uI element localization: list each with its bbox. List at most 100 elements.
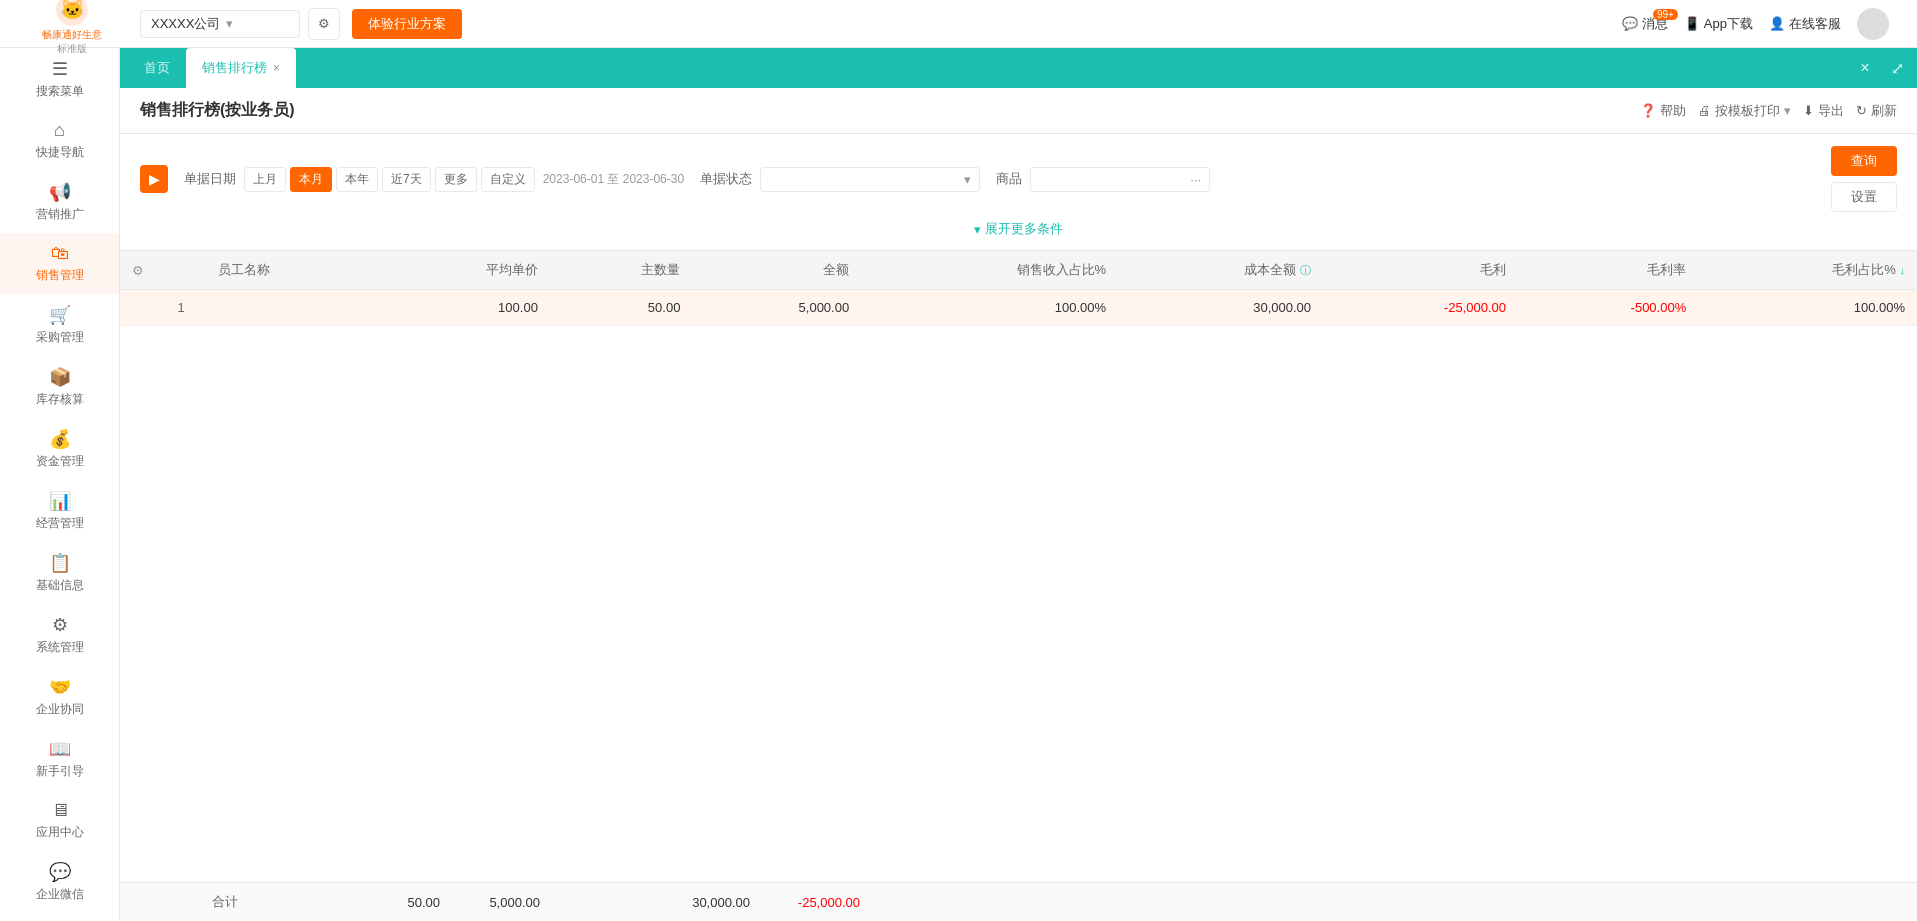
guide-icon: 📖 (49, 738, 71, 760)
app-label: App下载 (1704, 15, 1753, 33)
sidebar-item-system[interactable]: ⚙ 系统管理 (0, 604, 119, 666)
export-button[interactable]: ⬇ 导出 (1803, 102, 1844, 120)
sales-icon: 🛍 (51, 243, 69, 264)
company-name: XXXXX公司 (151, 15, 220, 33)
row-profit-rate: -500.00% (1518, 290, 1698, 326)
wechat-icon: 💬 (49, 861, 71, 883)
table-footer: 合计 50.00 5,000.00 30,000.00 -25,000.00 (120, 882, 1917, 921)
sidebar-label-basic: 基础信息 (36, 577, 84, 594)
data-table: ⚙ 员工名称 平均单价 主数量 全额 销售收入占比% 成本全额 ⓘ 毛利 毛利率… (120, 251, 1917, 326)
sidebar-label-guide: 新手引导 (36, 763, 84, 780)
message-icon: 💬 (1622, 16, 1638, 31)
cooperation-icon: 🤝 (49, 676, 71, 698)
filter-expand-button[interactable]: ▶ (140, 165, 168, 193)
page-header: 销售排行榜(按业务员) ❓ 帮助 🖨 按模板打印 ▾ ⬇ 导出 ↻ 刷新 (120, 88, 1917, 134)
main-content: 首页 销售排行榜 × × ⤢ 销售排行榜(按业务员) ❓ 帮助 🖨 按模板打印 (120, 48, 1917, 921)
apps-icon: 🖥 (51, 800, 69, 821)
purchase-icon: 🛒 (49, 304, 71, 326)
logo-icon: 🐱 (54, 0, 90, 28)
date-btn-this-month[interactable]: 本月 (290, 167, 332, 192)
tab-home-label: 首页 (144, 59, 170, 77)
col-avg-price: 平均单价 (378, 251, 550, 290)
sidebar-item-search[interactable]: ☰ 搜索菜单 (0, 48, 119, 110)
col-sales-pct: 销售收入占比% (861, 251, 1118, 290)
company-selector[interactable]: XXXXX公司 ▾ (140, 10, 300, 38)
sidebar-item-apps[interactable]: 🖥 应用中心 (0, 790, 119, 851)
col-profit: 毛利 (1323, 251, 1518, 290)
tab-home[interactable]: 首页 (128, 48, 186, 88)
filter-date: 单据日期 上月 本月 本年 近7天 更多 自定义 2023-06-01 至 20… (184, 167, 684, 192)
settings-button[interactable]: ⚙ (308, 8, 340, 40)
trial-button[interactable]: 体验行业方案 (352, 9, 462, 39)
row-cost: 30,000.00 (1118, 290, 1323, 326)
top-header: 🐱 畅康通好生意 标准版 XXXXX公司 ▾ ⚙ 体验行业方案 💬 消息 99+… (0, 0, 1917, 48)
sidebar-item-operations[interactable]: 📊 经营管理 (0, 480, 119, 542)
app-download-button[interactable]: 📱 App下载 (1684, 15, 1753, 33)
app-icon: 📱 (1684, 16, 1700, 31)
goods-input[interactable]: ··· (1030, 167, 1210, 192)
sidebar-item-finance[interactable]: 💰 资金管理 (0, 418, 119, 480)
chevron-right-icon: ▶ (149, 171, 160, 187)
sidebar-item-guide[interactable]: 📖 新手引导 (0, 728, 119, 790)
footer-amount: 5,000.00 (452, 895, 552, 910)
window-close-button[interactable]: × (1853, 56, 1877, 80)
more-conditions-label: 展开更多条件 (985, 220, 1063, 238)
message-button[interactable]: 💬 消息 99+ (1622, 15, 1668, 33)
table-row: 1 100.00 50.00 5,000.00 100.00% 30,000.0… (120, 290, 1917, 326)
sidebar-item-basic[interactable]: 📋 基础信息 (0, 542, 119, 604)
logo-line1: 畅康通好生意 (42, 28, 102, 42)
service-label: 在线客服 (1789, 15, 1841, 33)
tab-close-icon[interactable]: × (273, 61, 280, 75)
col-rank (156, 251, 206, 290)
sidebar-item-member[interactable]: 🏅 畅会员 (0, 913, 119, 921)
tab-bar: 首页 销售排行榜 × × ⤢ (120, 48, 1917, 88)
help-button[interactable]: ❓ 帮助 (1640, 102, 1686, 120)
sidebar-item-purchase[interactable]: 🛒 采购管理 (0, 294, 119, 356)
logo-line2: 标准版 (57, 42, 87, 56)
refresh-button[interactable]: ↻ 刷新 (1856, 102, 1897, 120)
chevron-down-icon: ▾ (226, 16, 233, 31)
sidebar-label-finance: 资金管理 (36, 453, 84, 470)
column-settings-button[interactable]: 设置 (1831, 182, 1897, 212)
col-profit-rate: 毛利率 (1518, 251, 1698, 290)
date-btn-custom[interactable]: 自定义 (481, 167, 535, 192)
date-btn-last-month[interactable]: 上月 (244, 167, 286, 192)
footer-profit: -25,000.00 (762, 895, 872, 910)
sidebar-item-sales[interactable]: 🛍 销售管理 (0, 233, 119, 294)
date-range-text: 2023-06-01 至 2023-06-30 (543, 171, 684, 188)
sidebar-item-inventory[interactable]: 📦 库存核算 (0, 356, 119, 418)
status-arrow-icon: ▾ (964, 172, 971, 187)
row-name (206, 290, 378, 326)
refresh-label: 刷新 (1871, 102, 1897, 120)
page-actions: ❓ 帮助 🖨 按模板打印 ▾ ⬇ 导出 ↻ 刷新 (1640, 102, 1897, 120)
row-avg-price: 100.00 (378, 290, 550, 326)
inventory-icon: 📦 (49, 366, 71, 388)
marketing-icon: 📢 (49, 181, 71, 203)
online-service-button[interactable]: 👤 在线客服 (1769, 15, 1841, 33)
avatar[interactable] (1857, 8, 1889, 40)
query-button[interactable]: 查询 (1831, 146, 1897, 176)
sidebar-item-shortcut[interactable]: ⌂ 快捷导航 (0, 110, 119, 171)
row-rank: 1 (156, 290, 206, 326)
sidebar-item-wechat[interactable]: 💬 企业微信 (0, 851, 119, 913)
col-settings[interactable]: ⚙ (120, 251, 156, 290)
footer-quantity: 50.00 (372, 895, 452, 910)
date-btn-this-year[interactable]: 本年 (336, 167, 378, 192)
date-btn-7days[interactable]: 近7天 (382, 167, 431, 192)
more-filter-row[interactable]: ▾ 展开更多条件 (140, 220, 1897, 238)
service-icon: 👤 (1769, 16, 1785, 31)
print-button[interactable]: 🖨 按模板打印 ▾ (1698, 102, 1791, 120)
window-expand-button[interactable]: ⤢ (1885, 56, 1909, 80)
sidebar-label-shortcut: 快捷导航 (36, 144, 84, 161)
date-btn-more[interactable]: 更多 (435, 167, 477, 192)
sidebar-label-sales: 销售管理 (36, 267, 84, 284)
sidebar-label-system: 系统管理 (36, 639, 84, 656)
basic-icon: 📋 (49, 552, 71, 574)
sidebar-item-marketing[interactable]: 📢 营销推广 (0, 171, 119, 233)
sidebar-item-cooperation[interactable]: 🤝 企业协同 (0, 666, 119, 728)
goods-more-icon: ··· (1190, 172, 1201, 187)
status-select[interactable]: ▾ (760, 167, 980, 192)
print-icon: 🖨 (1698, 103, 1711, 118)
help-label: 帮助 (1660, 102, 1686, 120)
tab-sales-rank[interactable]: 销售排行榜 × (186, 48, 296, 88)
